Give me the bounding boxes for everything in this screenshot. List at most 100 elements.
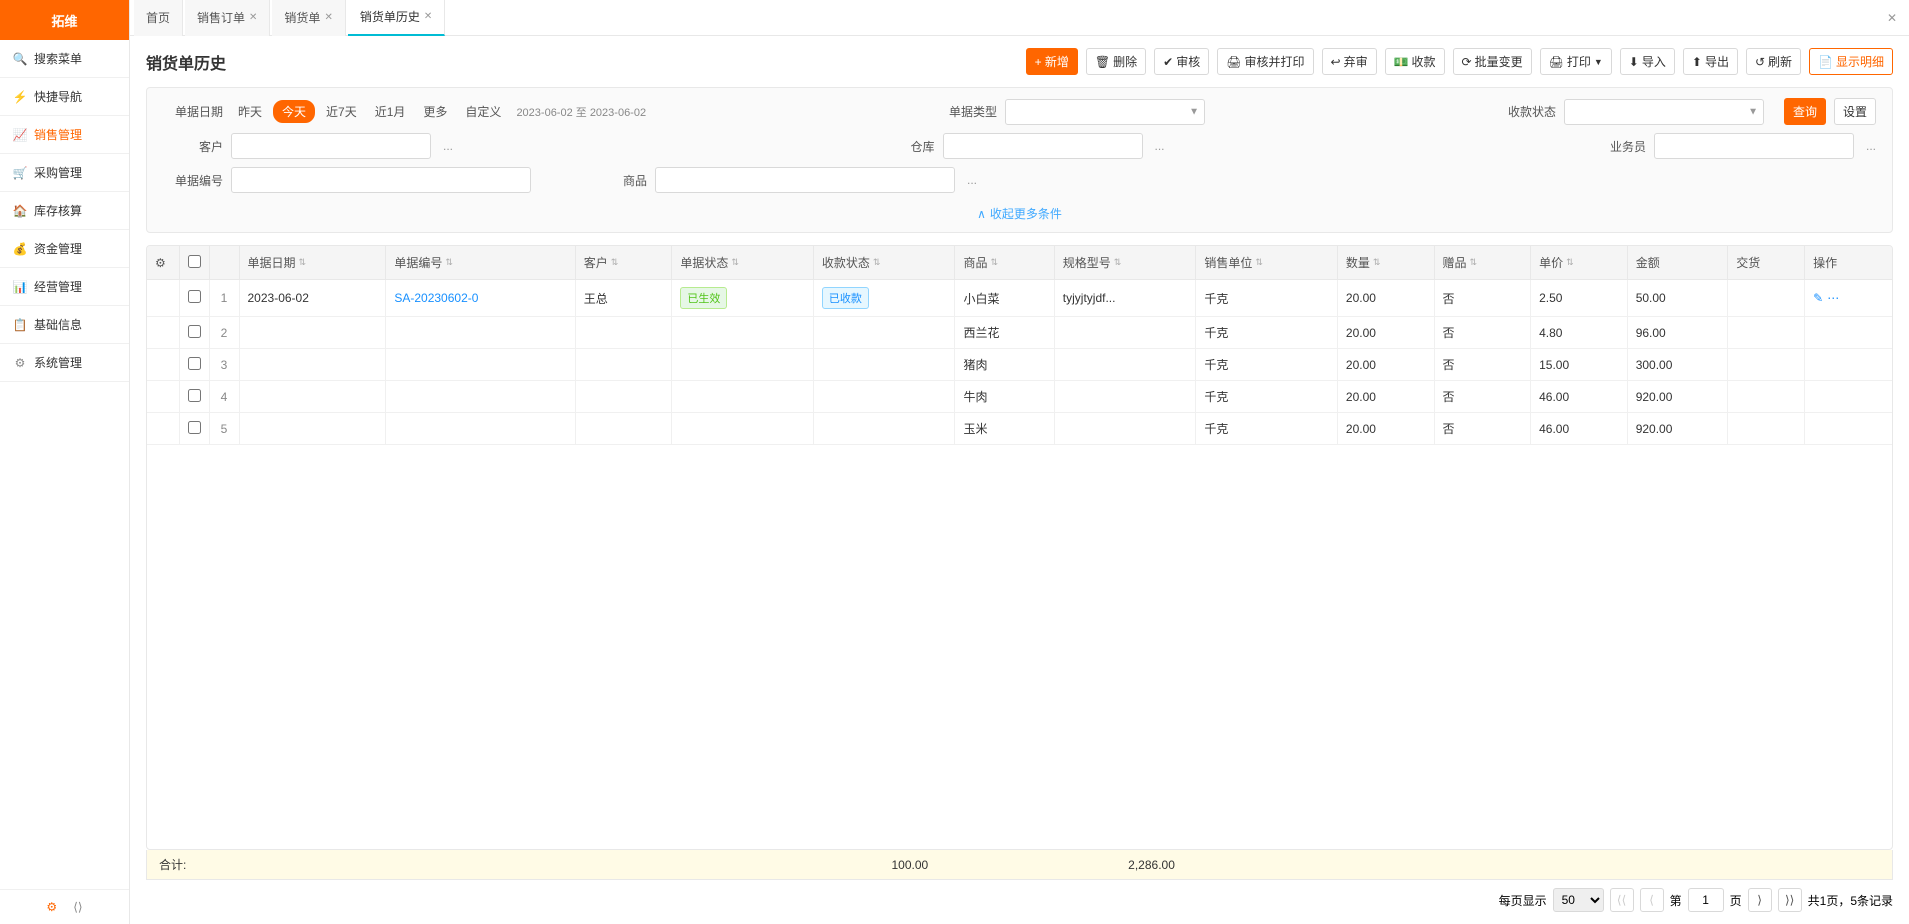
th-product[interactable]: 商品 ⇅: [955, 246, 1054, 280]
display-button[interactable]: 📄 显示明细: [1809, 48, 1893, 75]
th-unit[interactable]: 销售单位 ⇅: [1196, 246, 1338, 280]
delete-button[interactable]: 🗑 删除: [1086, 48, 1146, 75]
doc-number-link[interactable]: SA-20230602-0: [394, 291, 478, 305]
sidebar-item-sales-mgmt[interactable]: 📈 销售管理: [0, 116, 129, 154]
settings-filter-button[interactable]: 设置: [1834, 98, 1876, 125]
tab-sales-delivery-close[interactable]: ✕: [324, 12, 332, 23]
print-review-button[interactable]: 🖨 审核并打印: [1217, 48, 1313, 75]
sort-product-icon[interactable]: ⇅: [990, 257, 998, 268]
sidebar-item-system-mgmt[interactable]: ⚙ 系统管理: [0, 344, 129, 382]
select-all-checkbox[interactable]: [188, 255, 201, 268]
sort-customer-icon[interactable]: ⇅: [611, 257, 619, 268]
th-doc-date[interactable]: 单据日期 ⇅: [239, 246, 386, 280]
page-number-input[interactable]: [1688, 888, 1724, 912]
abandon-button[interactable]: ↩ 弃审: [1322, 48, 1377, 75]
batch-change-button[interactable]: ⟳ 批量变更: [1453, 48, 1532, 75]
doc-type-select[interactable]: [1005, 99, 1205, 125]
refresh-button[interactable]: ↺ 刷新: [1746, 48, 1801, 75]
row-checkbox[interactable]: [188, 421, 201, 434]
settings-gear-icon[interactable]: ⚙: [155, 256, 166, 270]
date-tag-1month[interactable]: 近1月: [368, 100, 413, 123]
tab-sales-history-close[interactable]: ✕: [424, 11, 432, 22]
date-tag-7days[interactable]: 近7天: [319, 100, 364, 123]
row-checkbox[interactable]: [188, 357, 201, 370]
sidebar-item-inventory-calc[interactable]: 🏠 库存核算: [0, 192, 129, 230]
more-action-btn[interactable]: ⋯: [1827, 291, 1839, 305]
th-customer[interactable]: 客户 ⇅: [575, 246, 672, 280]
sidebar-item-quick-nav[interactable]: ⚡ 快捷导航: [0, 78, 129, 116]
sidebar-item-basic-info[interactable]: 📋 基础信息: [0, 306, 129, 344]
th-amount[interactable]: 金额: [1627, 246, 1728, 280]
inventory-calc-icon: 🏠: [12, 203, 28, 219]
row-checkbox[interactable]: [188, 389, 201, 402]
sidebar-item-search-menu[interactable]: 🔍 搜索菜单: [0, 40, 129, 78]
collapse-button[interactable]: ∧ 收起更多条件: [163, 201, 1876, 222]
row-checkbox[interactable]: [188, 290, 201, 303]
row-checkbox[interactable]: [188, 325, 201, 338]
sort-unit-icon[interactable]: ⇅: [1255, 257, 1263, 268]
collect-icon: 💵: [1394, 55, 1409, 69]
sort-spec-icon[interactable]: ⇅: [1114, 257, 1122, 268]
next-page-button[interactable]: ⟩: [1748, 888, 1772, 912]
tab-sales-order-close[interactable]: ✕: [249, 12, 257, 23]
last-page-button[interactable]: ⟩⟩: [1778, 888, 1802, 912]
sidebar-item-finance-mgmt[interactable]: 💰 资金管理: [0, 230, 129, 268]
cell-unit: 千克: [1196, 381, 1338, 413]
export-button[interactable]: ⬆ 导出: [1683, 48, 1738, 75]
sidebar-collapse-icon[interactable]: ⟨⟩: [73, 900, 82, 914]
pay-status-select[interactable]: [1564, 99, 1764, 125]
th-doc-status[interactable]: 单据状态 ⇅: [672, 246, 814, 280]
page-size-select[interactable]: 50 100: [1553, 888, 1604, 912]
date-tag-more[interactable]: 更多: [416, 100, 454, 123]
new-button[interactable]: + 新增: [1026, 48, 1078, 75]
sort-pay-status-icon[interactable]: ⇅: [873, 257, 881, 268]
sort-price-icon[interactable]: ⇅: [1566, 257, 1574, 268]
sidebar-settings-icon[interactable]: ⚙: [46, 900, 57, 914]
th-spec[interactable]: 规格型号 ⇅: [1054, 246, 1196, 280]
th-qty[interactable]: 数量 ⇅: [1337, 246, 1434, 280]
sort-doc-status-icon[interactable]: ⇅: [731, 257, 739, 268]
warehouse-input[interactable]: [943, 133, 1143, 159]
th-gift[interactable]: 赠品 ⇅: [1434, 246, 1531, 280]
collect-button[interactable]: 💵 收款: [1385, 48, 1445, 75]
tab-sales-history[interactable]: 销货单历史 ✕: [348, 0, 445, 36]
tab-sales-delivery[interactable]: 销货单 ✕: [272, 0, 345, 36]
first-page-button[interactable]: ⟨⟨: [1610, 888, 1634, 912]
cell-qty: 20.00: [1337, 317, 1434, 349]
salesperson-dots[interactable]: ...: [1866, 139, 1876, 153]
tab-sales-order[interactable]: 销售订单 ✕: [185, 0, 270, 36]
product-input[interactable]: [655, 167, 955, 193]
print-button[interactable]: 🖨 打印 ▼: [1540, 48, 1612, 75]
date-tag-today[interactable]: 今天: [273, 100, 315, 123]
page-header: 销货单历史 + 新增 🗑 删除 ✔ 审核 🖨 审核并打印 ↩ 弃审: [146, 48, 1893, 75]
product-dots[interactable]: ...: [967, 173, 977, 187]
th-doc-number-label: 单据编号: [394, 254, 442, 271]
sort-doc-number-icon[interactable]: ⇅: [445, 257, 453, 268]
warehouse-dots[interactable]: ...: [1155, 139, 1165, 153]
query-button[interactable]: 查询: [1784, 98, 1826, 125]
doc-number-input[interactable]: [231, 167, 531, 193]
th-doc-number[interactable]: 单据编号 ⇅: [386, 246, 575, 280]
review-button[interactable]: ✔ 审核: [1154, 48, 1209, 75]
sort-doc-date-icon[interactable]: ⇅: [299, 257, 307, 268]
import-button[interactable]: ⬇ 导入: [1620, 48, 1675, 75]
th-price[interactable]: 单价 ⇅: [1531, 246, 1628, 280]
date-tag-yesterday[interactable]: 昨天: [231, 100, 269, 123]
prev-page-button[interactable]: ⟨: [1640, 888, 1664, 912]
salesperson-input[interactable]: [1654, 133, 1854, 159]
goto-label: 第: [1670, 892, 1682, 909]
th-settings[interactable]: ⚙: [147, 246, 179, 280]
sort-gift-icon[interactable]: ⇅: [1470, 257, 1478, 268]
tab-home[interactable]: 首页: [134, 0, 183, 36]
sidebar-item-purchase-mgmt[interactable]: 🛒 采购管理: [0, 154, 129, 192]
th-pay-status[interactable]: 收款状态 ⇅: [813, 246, 955, 280]
sidebar-item-operations-mgmt[interactable]: 📊 经营管理: [0, 268, 129, 306]
edit-action-btn[interactable]: ✎: [1813, 291, 1823, 305]
cell-num: 5: [209, 413, 239, 445]
customer-input[interactable]: [231, 133, 431, 159]
tab-bar-close-all[interactable]: ✕: [1875, 11, 1909, 25]
print-review-icon: 🖨: [1226, 55, 1241, 69]
customer-dots[interactable]: ...: [443, 139, 453, 153]
sort-qty-icon[interactable]: ⇅: [1373, 257, 1381, 268]
date-tag-custom[interactable]: 自定义: [458, 100, 508, 123]
